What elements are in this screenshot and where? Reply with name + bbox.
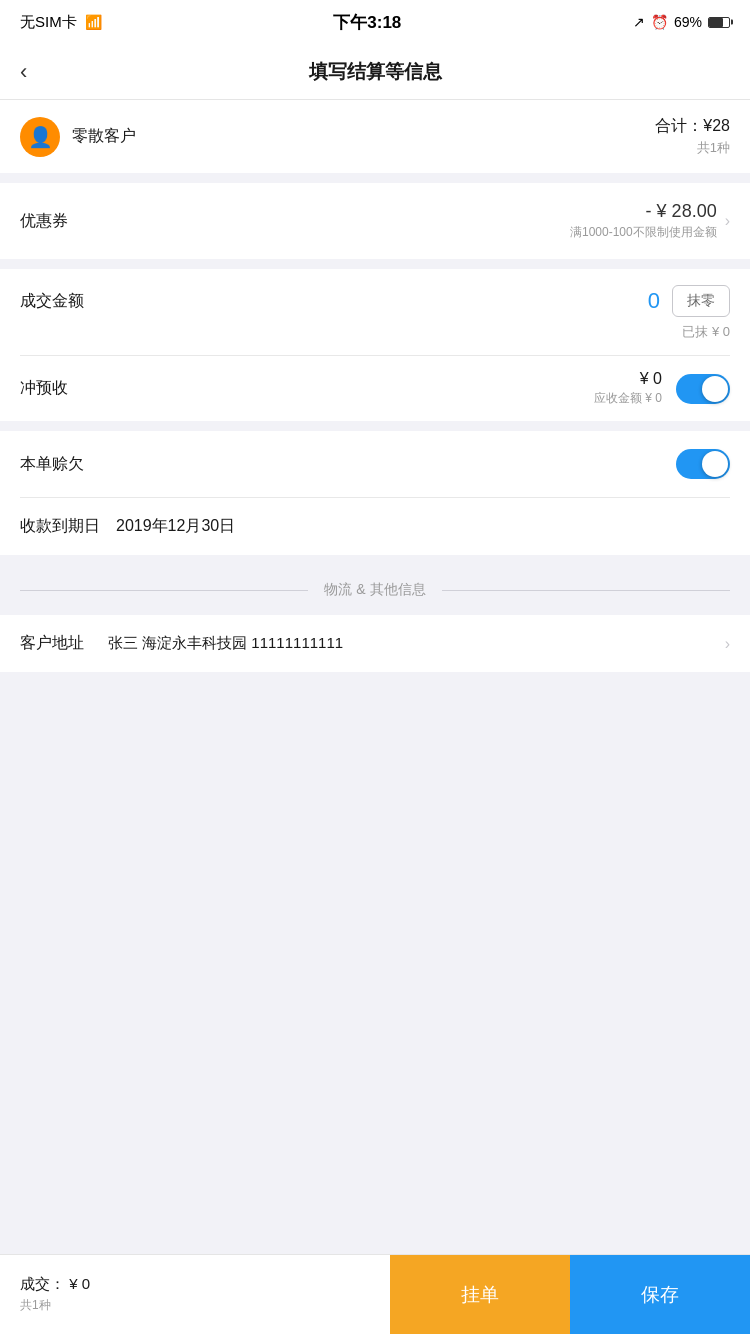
logistics-title: 物流 & 其他信息: [308, 581, 441, 599]
debit-toggle-knob: [702, 451, 728, 477]
coupon-label: 优惠券: [20, 211, 68, 232]
battery-icon: [708, 17, 730, 28]
customer-name: 零散客户: [72, 126, 136, 147]
alarm-icon: ⏰: [651, 14, 668, 30]
coupon-row[interactable]: 优惠券 - ¥ 28.00 满1000-100不限制使用金额 ›: [0, 183, 750, 259]
coupon-description: 满1000-100不限制使用金额: [570, 224, 717, 241]
bottom-deal: 成交： ¥ 0: [20, 1275, 370, 1294]
transaction-value-group: 0 抹零: [648, 285, 730, 317]
nav-bar: ‹ 填写结算等信息: [0, 44, 750, 100]
chevron-right-icon: ›: [725, 212, 730, 230]
debit-row: 本单赊欠: [0, 431, 750, 497]
round-button[interactable]: 抹零: [672, 285, 730, 317]
transaction-value: 0: [648, 288, 660, 314]
transaction-sub: 已抹 ¥ 0: [0, 323, 750, 355]
precharge-row: 冲预收 ¥ 0 应收金额 ¥ 0: [0, 356, 750, 421]
address-value: 张三 海淀永丰科技园 11111111111: [108, 634, 725, 653]
time-label: 下午3:18: [333, 11, 401, 34]
coupon-amount: - ¥ 28.00: [570, 201, 717, 222]
total-label: 合计：¥28: [655, 116, 730, 137]
total-count: 共1种: [655, 139, 730, 157]
customer-total: 合计：¥28 共1种: [655, 116, 730, 157]
avatar: 👤: [20, 117, 60, 157]
transaction-label: 成交金额: [20, 291, 84, 312]
coupon-section[interactable]: 优惠券 - ¥ 28.00 满1000-100不限制使用金额 ›: [0, 183, 750, 259]
address-row[interactable]: 客户地址 张三 海淀永丰科技园 11111111111 ›: [0, 615, 750, 672]
page-title: 填写结算等信息: [309, 59, 442, 85]
precharge-values: ¥ 0 应收金额 ¥ 0: [594, 370, 662, 407]
battery-percent: 69%: [674, 14, 702, 30]
save-button[interactable]: 保存: [570, 1255, 750, 1335]
customer-info: 👤 零散客户: [20, 117, 136, 157]
main-content: 👤 零散客户 合计：¥28 共1种 优惠券 - ¥ 28.00 满1000-10…: [0, 100, 750, 772]
duedate-label: 收款到期日: [20, 516, 100, 537]
transaction-row: 成交金额 0 抹零: [0, 269, 750, 323]
duedate-row: 收款到期日 2019年12月30日: [0, 498, 750, 555]
coupon-right: - ¥ 28.00 满1000-100不限制使用金额 ›: [570, 201, 730, 241]
address-section[interactable]: 客户地址 张三 海淀永丰科技园 11111111111 ›: [0, 615, 750, 672]
customer-row: 👤 零散客户 合计：¥28 共1种: [0, 100, 750, 173]
precharge-label: 冲预收: [20, 378, 68, 399]
wifi-icon: 📶: [85, 14, 102, 30]
status-bar: 无SIM卡 📶 下午3:18 ↗ ⏰ 69%: [0, 0, 750, 44]
debit-toggle[interactable]: [676, 449, 730, 479]
bottom-bar: 成交： ¥ 0 共1种 挂单 保存: [0, 1254, 750, 1334]
coupon-value: - ¥ 28.00 满1000-100不限制使用金额: [570, 201, 717, 241]
address-chevron-icon: ›: [725, 635, 730, 653]
sim-label: 无SIM卡: [20, 13, 77, 32]
status-right: ↗ ⏰ 69%: [633, 14, 730, 30]
toggle-knob: [702, 376, 728, 402]
address-label: 客户地址: [20, 633, 100, 654]
duedate-value: 2019年12月30日: [116, 516, 235, 537]
status-left: 无SIM卡 📶: [20, 13, 102, 32]
precharge-amount: ¥ 0: [594, 370, 662, 388]
debit-label: 本单赊欠: [20, 454, 84, 475]
transaction-section: 成交金额 0 抹零 已抹 ¥ 0 冲预收 ¥ 0 应收金额 ¥ 0: [0, 269, 750, 421]
bottom-count: 共1种: [20, 1297, 370, 1314]
back-button[interactable]: ‹: [20, 59, 27, 85]
bottom-info: 成交： ¥ 0 共1种: [0, 1275, 390, 1314]
precharge-sub: 应收金额 ¥ 0: [594, 390, 662, 407]
location-icon: ↗: [633, 14, 645, 30]
precharge-toggle[interactable]: [676, 374, 730, 404]
hold-button[interactable]: 挂单: [390, 1255, 570, 1335]
customer-section: 👤 零散客户 合计：¥28 共1种: [0, 100, 750, 173]
avatar-icon: 👤: [28, 125, 53, 149]
debit-section: 本单赊欠 收款到期日 2019年12月30日: [0, 431, 750, 555]
precharge-right: ¥ 0 应收金额 ¥ 0: [594, 370, 730, 407]
logistics-header: 物流 & 其他信息: [0, 565, 750, 615]
